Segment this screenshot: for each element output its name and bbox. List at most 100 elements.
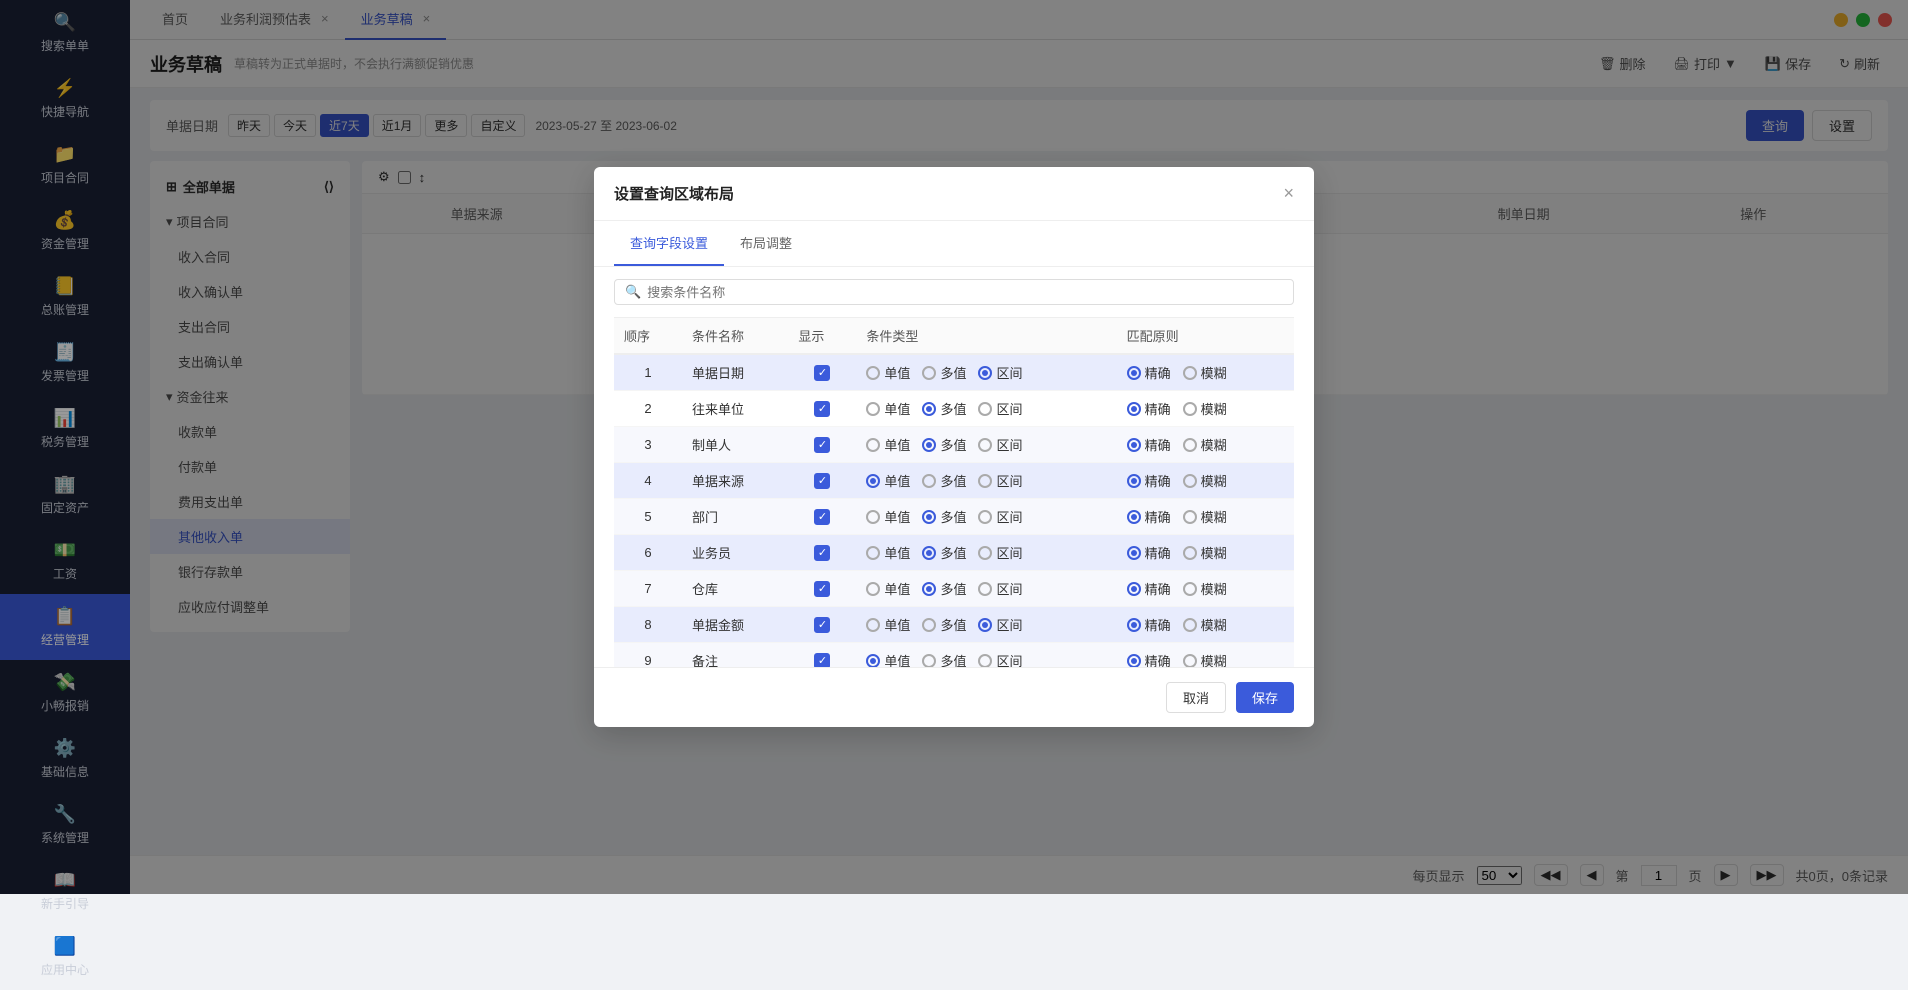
config-header-匹配原则: 匹配原则 — [1117, 318, 1294, 355]
row-type-group: 单值多值区间 — [866, 579, 1106, 598]
radio-type-区间[interactable]: 区间 — [978, 615, 1022, 634]
radio-type-单值[interactable]: 单值 — [866, 543, 910, 562]
modal-save-button[interactable]: 保存 — [1236, 682, 1294, 713]
row-name: 业务员 — [682, 535, 788, 571]
row-type-group: 单值多值区间 — [866, 651, 1106, 667]
modal-footer: 取消 保存 — [594, 667, 1314, 727]
row-match-group: 精确模糊 — [1127, 471, 1284, 490]
radio-type-区间[interactable]: 区间 — [978, 471, 1022, 490]
radio-type-多值[interactable]: 多值 — [922, 543, 966, 562]
modal-close-button[interactable]: × — [1283, 183, 1294, 204]
row-match-group: 精确模糊 — [1127, 363, 1284, 382]
radio-match-模糊[interactable]: 模糊 — [1183, 615, 1227, 634]
radio-match-精确[interactable]: 精确 — [1127, 399, 1171, 418]
config-table-row: 6业务员单值多值区间精确模糊 — [614, 535, 1294, 571]
radio-match-模糊[interactable]: 模糊 — [1183, 579, 1227, 598]
radio-dot-多值 — [922, 438, 936, 452]
cancel-button[interactable]: 取消 — [1166, 682, 1226, 713]
radio-match-模糊[interactable]: 模糊 — [1183, 471, 1227, 490]
config-table-row: 7仓库单值多值区间精确模糊 — [614, 571, 1294, 607]
radio-type-区间[interactable]: 区间 — [978, 435, 1022, 454]
radio-dot-单值 — [866, 546, 880, 560]
radio-match-精确[interactable]: 精确 — [1127, 579, 1171, 598]
radio-match-模糊[interactable]: 模糊 — [1183, 507, 1227, 526]
row-show-checkbox[interactable] — [814, 365, 830, 381]
sidebar-label: 应用中心 — [41, 961, 89, 978]
config-header-条件名称: 条件名称 — [682, 318, 788, 355]
radio-match-dot-模糊 — [1183, 366, 1197, 380]
radio-dot-区间 — [978, 510, 992, 524]
radio-type-单值[interactable]: 单值 — [866, 471, 910, 490]
row-show-checkbox[interactable] — [814, 509, 830, 525]
modal-tabs: 查询字段设置布局调整 — [594, 221, 1314, 267]
radio-match-dot-模糊 — [1183, 654, 1197, 668]
radio-match-模糊[interactable]: 模糊 — [1183, 399, 1227, 418]
row-show-checkbox[interactable] — [814, 401, 830, 417]
radio-type-单值[interactable]: 单值 — [866, 615, 910, 634]
radio-type-多值[interactable]: 多值 — [922, 651, 966, 667]
sidebar-label: 新手引导 — [41, 895, 89, 912]
modal-tab-fields[interactable]: 查询字段设置 — [614, 221, 724, 266]
radio-dot-多值 — [922, 654, 936, 668]
radio-type-多值[interactable]: 多值 — [922, 435, 966, 454]
radio-type-单值[interactable]: 单值 — [866, 435, 910, 454]
radio-type-区间[interactable]: 区间 — [978, 399, 1022, 418]
row-show-checkbox[interactable] — [814, 617, 830, 633]
row-name: 制单人 — [682, 427, 788, 463]
radio-type-单值[interactable]: 单值 — [866, 399, 910, 418]
radio-match-模糊[interactable]: 模糊 — [1183, 651, 1227, 667]
radio-type-单值[interactable]: 单值 — [866, 363, 910, 382]
radio-dot-多值 — [922, 510, 936, 524]
radio-type-单值[interactable]: 单值 — [866, 507, 910, 526]
row-type-group: 单值多值区间 — [866, 471, 1106, 490]
row-show-checkbox[interactable] — [814, 437, 830, 453]
radio-match-dot-精确 — [1127, 546, 1141, 560]
radio-type-多值[interactable]: 多值 — [922, 363, 966, 382]
search-input[interactable] — [647, 285, 1283, 300]
radio-type-区间[interactable]: 区间 — [978, 651, 1022, 667]
row-show-checkbox[interactable] — [814, 473, 830, 489]
radio-type-单值[interactable]: 单值 — [866, 579, 910, 598]
row-type-group: 单值多值区间 — [866, 543, 1106, 562]
radio-match-精确[interactable]: 精确 — [1127, 651, 1171, 667]
radio-type-区间[interactable]: 区间 — [978, 579, 1022, 598]
radio-match-dot-模糊 — [1183, 438, 1197, 452]
row-name: 单据日期 — [682, 354, 788, 391]
sidebar-item-apps[interactable]: 🟦应用中心 — [0, 924, 130, 990]
search-icon: 🔍 — [625, 284, 641, 300]
radio-dot-单值 — [866, 366, 880, 380]
radio-match-精确[interactable]: 精确 — [1127, 543, 1171, 562]
radio-match-精确[interactable]: 精确 — [1127, 363, 1171, 382]
radio-type-多值[interactable]: 多值 — [922, 471, 966, 490]
radio-type-区间[interactable]: 区间 — [978, 543, 1022, 562]
radio-type-区间[interactable]: 区间 — [978, 363, 1022, 382]
radio-match-模糊[interactable]: 模糊 — [1183, 435, 1227, 454]
row-name: 往来单位 — [682, 391, 788, 427]
radio-match-模糊[interactable]: 模糊 — [1183, 543, 1227, 562]
radio-match-模糊[interactable]: 模糊 — [1183, 363, 1227, 382]
row-order: 5 — [614, 499, 682, 535]
row-order: 8 — [614, 607, 682, 643]
radio-type-多值[interactable]: 多值 — [922, 399, 966, 418]
row-match-group: 精确模糊 — [1127, 651, 1284, 667]
row-show-checkbox[interactable] — [814, 653, 830, 667]
modal-tab-layout[interactable]: 布局调整 — [724, 221, 808, 266]
radio-match-精确[interactable]: 精确 — [1127, 615, 1171, 634]
radio-dot-单值 — [866, 582, 880, 596]
radio-type-多值[interactable]: 多值 — [922, 507, 966, 526]
radio-match-精确[interactable]: 精确 — [1127, 471, 1171, 490]
radio-type-区间[interactable]: 区间 — [978, 507, 1022, 526]
radio-match-精确[interactable]: 精确 — [1127, 507, 1171, 526]
modal: 设置查询区域布局 × 查询字段设置布局调整 🔍 顺序条件名称显示条件类型匹配原则 — [594, 167, 1314, 727]
row-order: 2 — [614, 391, 682, 427]
radio-match-精确[interactable]: 精确 — [1127, 435, 1171, 454]
row-show-checkbox[interactable] — [814, 581, 830, 597]
radio-type-单值[interactable]: 单值 — [866, 651, 910, 667]
radio-dot-多值 — [922, 402, 936, 416]
row-order: 1 — [614, 354, 682, 391]
radio-match-dot-精确 — [1127, 366, 1141, 380]
radio-type-多值[interactable]: 多值 — [922, 615, 966, 634]
row-show-checkbox[interactable] — [814, 545, 830, 561]
radio-type-多值[interactable]: 多值 — [922, 579, 966, 598]
radio-dot-多值 — [922, 366, 936, 380]
